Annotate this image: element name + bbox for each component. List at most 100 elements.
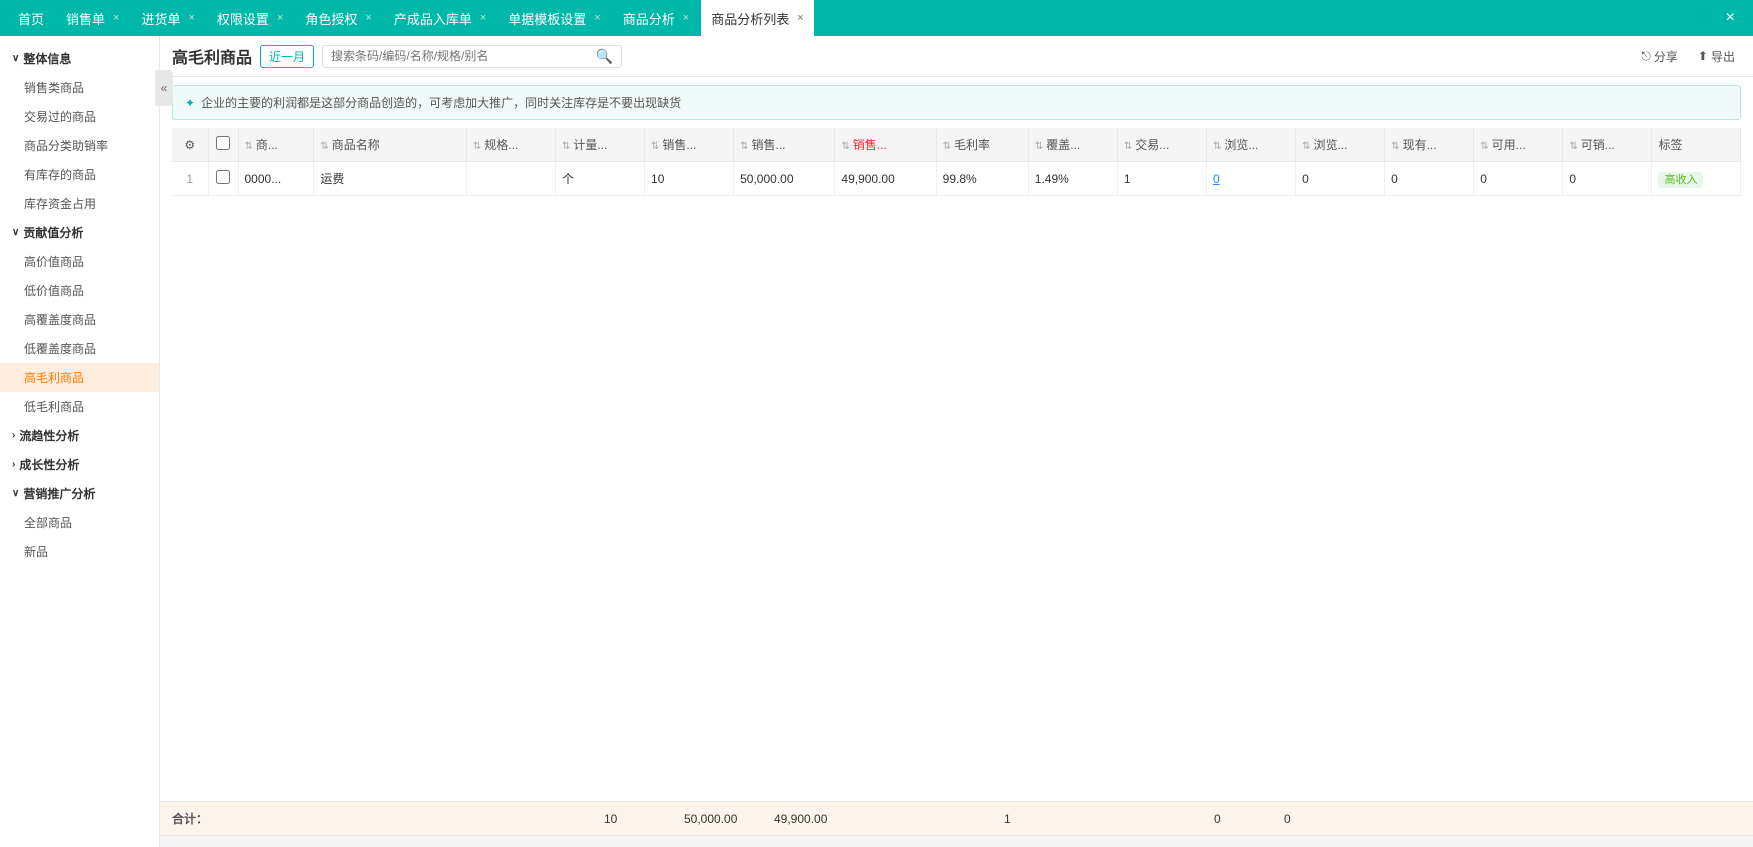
- chevron-right-icon: ›: [12, 430, 15, 441]
- sidebar-section-contribution[interactable]: ∨ 贡献值分析: [0, 218, 159, 247]
- table-footer: 合计： 10 50,000.00 49,900.00: [160, 801, 1753, 835]
- sidebar-section-overall[interactable]: ∨ 整体信息: [0, 44, 159, 73]
- horizontal-scrollbar[interactable]: [160, 835, 1753, 847]
- table-container[interactable]: ⚙ ⇅商... ⇅商品名称 ⇅: [160, 128, 1753, 801]
- table-header-row: ⚙ ⇅商... ⇅商品名称 ⇅: [172, 128, 1741, 162]
- nav-item-sales[interactable]: 销售单 ×: [56, 0, 129, 36]
- sidebar-item-stock-funds[interactable]: 库存资金占用: [0, 189, 159, 218]
- row-current-stock: 0: [1385, 162, 1474, 196]
- header-actions: ⎋ 分享 ⬆ 导出: [1635, 46, 1741, 67]
- close-icon[interactable]: ×: [113, 12, 119, 24]
- window-close-button[interactable]: ×: [1716, 9, 1745, 27]
- chevron-right-icon: ›: [12, 459, 15, 470]
- chevron-down-icon: ∨: [12, 227, 19, 238]
- sidebar-item-sales-goods[interactable]: 销售类商品: [0, 73, 159, 102]
- row-sales-amount: 50,000.00: [734, 162, 835, 196]
- row-index: 1: [172, 162, 208, 196]
- search-icon[interactable]: 🔍: [596, 48, 613, 65]
- row-tag: 高收入: [1652, 162, 1741, 196]
- nav-item-inbound[interactable]: 产成品入库单 ×: [384, 0, 496, 36]
- sidebar-item-high-coverage[interactable]: 高覆盖度商品: [0, 305, 159, 334]
- content-header: 高毛利商品 近一月 🔍 ⎋ 分享 ⬆ 导出: [160, 36, 1753, 77]
- close-icon[interactable]: ×: [188, 12, 194, 24]
- select-all-checkbox[interactable]: [216, 136, 230, 150]
- col-transactions: ⇅交易...: [1117, 128, 1206, 162]
- top-nav: 首页 销售单 × 进货单 × 权限设置 × 角色授权 × 产成品入库单 × 单据…: [0, 0, 1753, 36]
- col-views1: ⇅浏览...: [1206, 128, 1295, 162]
- row-gross-margin: 99.8%: [936, 162, 1028, 196]
- nav-item-template[interactable]: 单据模板设置 ×: [498, 0, 610, 36]
- sidebar-item-traded-goods[interactable]: 交易过的商品: [0, 102, 159, 131]
- sidebar-item-high-margin[interactable]: 高毛利商品: [0, 363, 159, 392]
- chevron-down-icon: ∨: [12, 53, 19, 64]
- sidebar-item-low-coverage[interactable]: 低覆盖度商品: [0, 334, 159, 363]
- nav-item-permission[interactable]: 权限设置 ×: [207, 0, 293, 36]
- col-spec: ⇅规格...: [466, 128, 555, 162]
- sidebar-item-new-goods[interactable]: 新品: [0, 537, 159, 566]
- row-transactions: 1: [1117, 162, 1206, 196]
- close-icon[interactable]: ×: [797, 12, 803, 24]
- row-select-checkbox[interactable]: [216, 170, 230, 184]
- sidebar-item-in-stock[interactable]: 有库存的商品: [0, 160, 159, 189]
- table-row: 1 0000... 运费: [172, 162, 1741, 196]
- share-button[interactable]: ⎋ 分享: [1635, 46, 1684, 67]
- chevron-down-icon: ∨: [12, 488, 19, 499]
- col-gross-margin: ⇅毛利率: [936, 128, 1028, 162]
- sidebar-item-all-goods[interactable]: 全部商品: [0, 508, 159, 537]
- footer-current-stock: 0: [1208, 812, 1278, 826]
- col-sku: ⇅商...: [238, 128, 314, 162]
- footer-available-stock: 0: [1278, 812, 1348, 826]
- col-unit: ⇅计量...: [555, 128, 644, 162]
- nav-item-product-analysis[interactable]: 商品分析 ×: [613, 0, 699, 36]
- col-saleable: ⇅可销...: [1563, 128, 1652, 162]
- row-unit: 个: [555, 162, 644, 196]
- row-saleable: 0: [1563, 162, 1652, 196]
- col-sales-qty: ⇅销售...: [645, 128, 734, 162]
- col-current-stock: ⇅现有...: [1385, 128, 1474, 162]
- main-layout: ∨ 整体信息 销售类商品 交易过的商品 商品分类助销率 有库存的商品 库存资金占…: [0, 36, 1753, 847]
- col-settings[interactable]: ⚙: [172, 128, 208, 162]
- search-box: 🔍: [322, 45, 622, 68]
- close-icon[interactable]: ×: [480, 12, 486, 24]
- sidebar: ∨ 整体信息 销售类商品 交易过的商品 商品分类助销率 有库存的商品 库存资金占…: [0, 36, 160, 847]
- sidebar-item-high-value[interactable]: 高价值商品: [0, 247, 159, 276]
- col-tag: 标签: [1652, 128, 1741, 162]
- info-icon: ✦: [185, 96, 195, 110]
- nav-item-role[interactable]: 角色授权 ×: [295, 0, 381, 36]
- nav-item-home[interactable]: 首页: [8, 0, 54, 36]
- row-views1[interactable]: 0: [1206, 162, 1295, 196]
- info-banner: ✦ 企业的主要的利润都是这部分商品创造的，可考虑加大推广，同时关注库存是不要出现…: [172, 85, 1741, 120]
- footer-sales-amount: 50,000.00: [678, 812, 768, 826]
- col-sales-amount: ⇅销售...: [734, 128, 835, 162]
- close-icon[interactable]: ×: [683, 12, 689, 24]
- sidebar-item-category-rate[interactable]: 商品分类助销率: [0, 131, 159, 160]
- product-table: ⚙ ⇅商... ⇅商品名称 ⇅: [172, 128, 1741, 196]
- time-filter-button[interactable]: 近一月: [260, 45, 314, 68]
- sidebar-section-marketing[interactable]: ∨ 营销推广分析: [0, 479, 159, 508]
- search-input[interactable]: [331, 49, 596, 63]
- row-views2: 0: [1296, 162, 1385, 196]
- nav-item-product-analysis-list[interactable]: 商品分析列表 ×: [701, 0, 813, 36]
- row-checkbox: [208, 162, 238, 196]
- close-icon[interactable]: ×: [365, 12, 371, 24]
- sidebar-collapse-button[interactable]: «: [155, 70, 173, 106]
- row-coverage: 1.49%: [1028, 162, 1117, 196]
- close-icon[interactable]: ×: [277, 12, 283, 24]
- col-sales-profit: ⇅销售...: [835, 128, 936, 162]
- sidebar-section-trend[interactable]: › 流趋性分析: [0, 421, 159, 450]
- sidebar-item-low-value[interactable]: 低价值商品: [0, 276, 159, 305]
- sidebar-section-growth[interactable]: › 成长性分析: [0, 450, 159, 479]
- export-button[interactable]: ⬆ 导出: [1692, 46, 1741, 67]
- close-icon[interactable]: ×: [594, 12, 600, 24]
- sidebar-item-low-margin[interactable]: 低毛利商品: [0, 392, 159, 421]
- col-checkbox: [208, 128, 238, 162]
- col-available-stock: ⇅可用...: [1474, 128, 1563, 162]
- row-name: 运费: [314, 162, 467, 196]
- nav-item-purchase[interactable]: 进货单 ×: [131, 0, 204, 36]
- page-title: 高毛利商品: [172, 44, 252, 68]
- col-views2: ⇅浏览...: [1296, 128, 1385, 162]
- share-icon: ⎋: [1641, 49, 1651, 64]
- row-sales-qty: 10: [645, 162, 734, 196]
- row-available-stock: 0: [1474, 162, 1563, 196]
- export-icon: ⬆: [1698, 49, 1708, 63]
